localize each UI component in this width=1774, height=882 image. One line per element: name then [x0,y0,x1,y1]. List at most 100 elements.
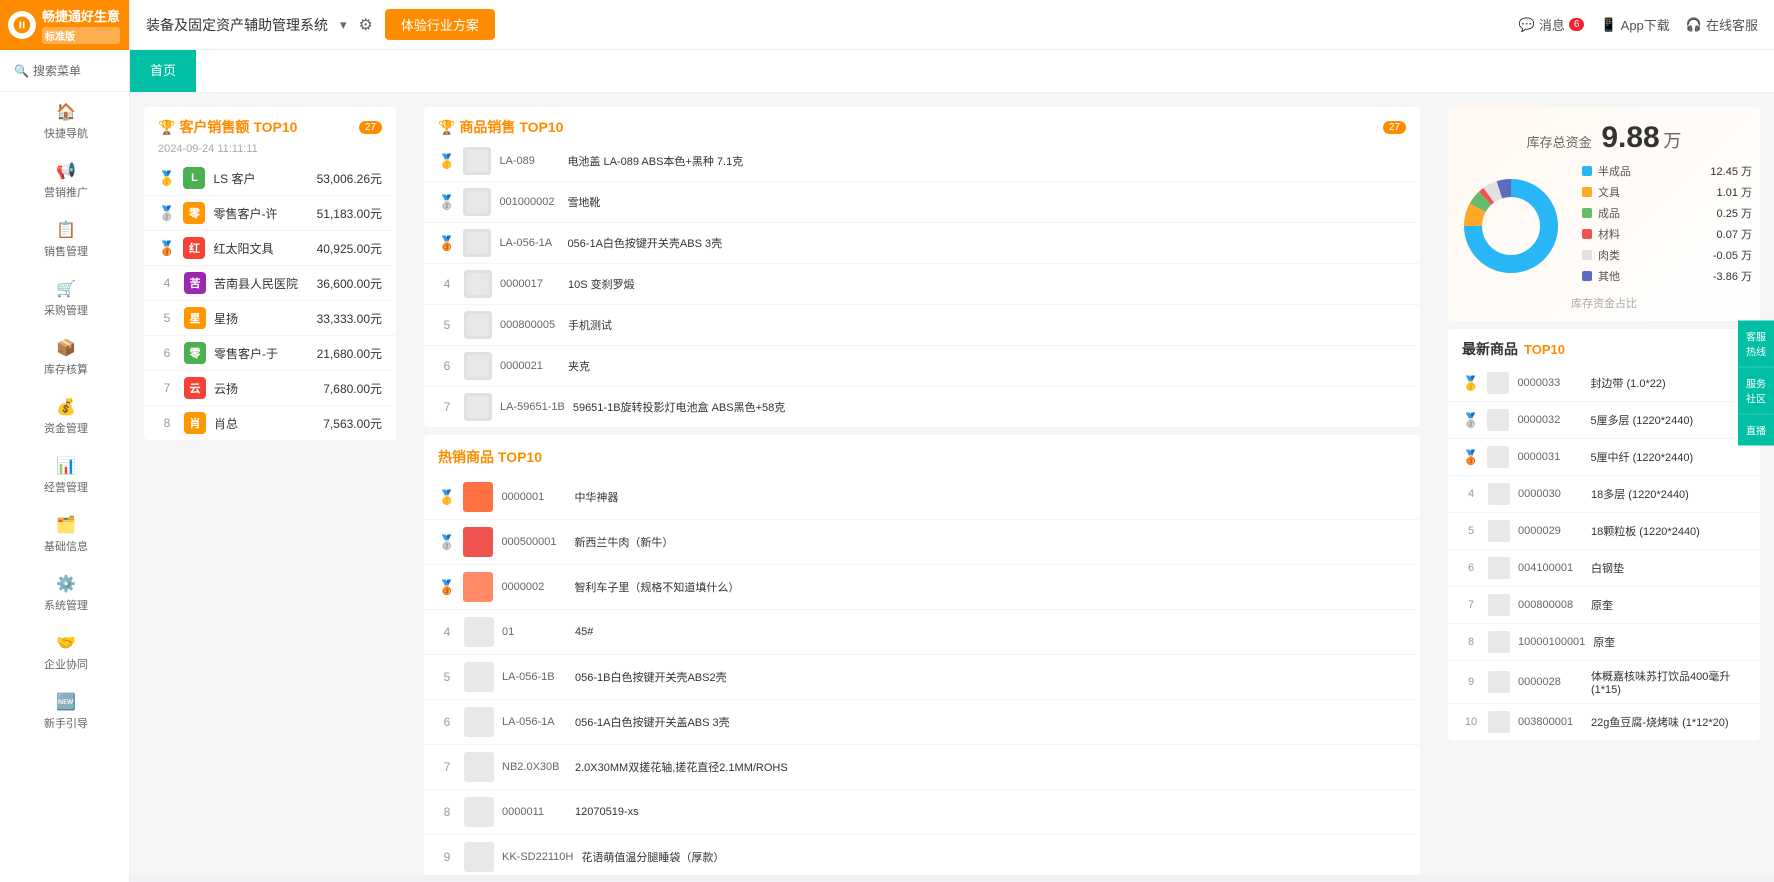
search-menu-btn[interactable]: 🔍 搜索菜单 [8,58,121,83]
product-name: 白钢垫 [1591,560,1746,576]
hot-products-panel: 热销商品 TOP10 🥇 0000001 中华神器 🥈 000500001 新西… [424,435,1420,875]
legend-label: 肉类 [1598,247,1707,263]
inventory-donut-chart [1456,171,1566,281]
customer-amount: 33,333.00元 [317,310,382,327]
avatar: 星 [184,307,206,329]
product-name: 5厘中纤 (1220*2440) [1590,449,1746,465]
customer-name: 星扬 [214,310,309,327]
product-thumbnail [1488,631,1510,653]
float-cs-community[interactable]: 服务社区 [1738,368,1774,415]
sidebar-item-inventory[interactable]: 📦 库存核算 [0,328,129,387]
sidebar-item-guide[interactable]: 🆕 新手引导 [0,682,129,741]
table-row: 8 10000100001 原奎 [1448,624,1760,661]
sidebar-item-marketing[interactable]: 📢 营销推广 [0,151,129,210]
table-row: 8 肖 肖总 7,563.00元 [144,406,396,440]
avatar: 零 [183,202,205,224]
latest-products-header: 最新商品 TOP10 [1448,329,1760,365]
topbar: 装备及固定资产辅助管理系统 ▾ ⚙ 体验行业方案 💬 消息 6 📱 App下载 … [130,0,1774,50]
customer-name: 肖总 [214,415,315,432]
float-cs-hotline[interactable]: 客服热线 [1738,321,1774,368]
avatar: 云 [184,377,206,399]
sidebar-item-operations[interactable]: 📊 经营管理 [0,446,129,505]
rank-number: 8 [158,416,176,430]
topbar-settings-icon[interactable]: ⚙ [359,15,373,35]
customer-amount: 7,563.00元 [323,415,382,432]
sidebar-search-area[interactable]: 🔍 搜索菜单 [0,50,129,92]
nav-icon-guide: 🆕 [56,692,76,712]
product-name: 电池盖 LA-089 ABS本色+黑种 7.1克 [567,153,1406,169]
sidebar-item-label: 库存核算 [44,361,88,377]
middle-column: 🏆 商品销售 TOP10 27 🥇 LA-089 电池盖 LA-089 ABS本… [410,93,1434,875]
product-name: 12070519-xs [575,806,1406,818]
sidebar-item-sales[interactable]: 📋 销售管理 [0,210,129,269]
legend-color [1582,208,1592,218]
product-thumbnail [464,270,492,298]
legend-label: 成品 [1598,205,1711,221]
product-name: 原奎 [1593,634,1746,650]
rank-number: 7 [438,760,456,774]
product-code: 004100001 [1518,562,1583,574]
app-name: 畅捷通好生意 [42,6,120,25]
trial-btn[interactable]: 体验行业方案 [385,9,495,40]
product-code: LA-089 [499,155,559,167]
app-download-btn[interactable]: 📱 App下载 [1600,15,1669,34]
rank-medal: 🥈 [1462,412,1479,429]
legend-label: 半成品 [1598,163,1704,179]
topbar-dropdown-icon[interactable]: ▾ [340,17,347,33]
inventory-value: 9.88 [1601,121,1659,154]
product-name: 5厘多层 (1220*2440) [1590,412,1746,428]
product-code: 0000002 [501,581,566,593]
product-thumbnail [464,842,494,872]
page-tabs: 首页 [130,50,1774,93]
rank-number: 4 [438,277,456,291]
hot-products-title: 热销商品 TOP10 [438,449,542,465]
product-name: 中华神器 [574,489,1406,505]
nav-icon-enterprise: 🤝 [56,633,76,653]
product-thumbnail [1487,446,1509,468]
message-icon: 💬 [1519,17,1535,33]
tab-home[interactable]: 首页 [130,50,196,92]
legend-color [1582,187,1592,197]
legend-color [1582,271,1592,281]
online-service-btn[interactable]: 🎧 在线客服 [1686,15,1758,34]
sidebar-item-finance[interactable]: 💰 资金管理 [0,387,129,446]
rank-number: 7 [1462,599,1480,611]
customer-badge: 27 [359,121,382,134]
product-thumbnail [464,797,494,827]
rank-number: 4 [1462,488,1480,500]
product-thumbnail [464,352,492,380]
legend-item: 其他 -3.86 万 [1582,268,1752,284]
product-name: 59651-1B旋转投影灯电池盒 ABS黑色+58克 [573,399,1406,415]
float-cs-live[interactable]: 直播 [1738,415,1774,446]
goods-ranking-header: 🏆 商品销售 TOP10 27 [424,107,1420,141]
sidebar-item-label: 新手引导 [44,715,88,731]
customer-amount: 36,600.00元 [317,275,382,292]
search-icon: 🔍 [14,64,29,78]
app-download-label: App下载 [1621,15,1670,34]
customer-ranking-panel: 🏆 客户销售额 TOP10 27 2024-09-24 11:11:11 🥇 L… [144,107,396,440]
product-code: 0000033 [1517,377,1582,389]
rank-number: 5 [438,670,456,684]
message-btn[interactable]: 💬 消息 6 [1519,15,1585,34]
nav-icon-inventory: 📦 [56,338,76,358]
table-row: 🥉 LA-056-1A 056-1A白色按键开关壳ABS 3壳 [424,223,1420,264]
latest-products-panel: 最新商品 TOP10 🥇 0000033 封边带 (1.0*22) 🥈 [1448,329,1760,740]
product-code: 0000030 [1518,488,1583,500]
product-code: 0000032 [1517,414,1582,426]
sidebar-item-quick-nav[interactable]: 🏠 快捷导航 [0,92,129,151]
latest-products-title: 最新商品 [1462,339,1518,359]
rank-medal: 🥉 [158,240,175,257]
legend-color [1582,250,1592,260]
product-code: 0000029 [1518,525,1583,537]
logo-icon [8,11,36,39]
avatar: 苦 [184,272,206,294]
product-code: 000500001 [501,536,566,548]
table-row: 7 000800008 原奎 [1448,587,1760,624]
sidebar-item-purchase[interactable]: 🛒 采购管理 [0,269,129,328]
hot-products-list: 🥇 0000001 中华神器 🥈 000500001 新西兰牛肉（新牛） 🥉 [424,475,1420,875]
sidebar-item-enterprise[interactable]: 🤝 企业协同 [0,623,129,682]
sidebar-item-basic-info[interactable]: 🗂️ 基础信息 [0,505,129,564]
sidebar-item-system[interactable]: ⚙️ 系统管理 [0,564,129,623]
legend-label: 文具 [1598,184,1711,200]
latest-products-subtitle: TOP10 [1524,342,1565,357]
